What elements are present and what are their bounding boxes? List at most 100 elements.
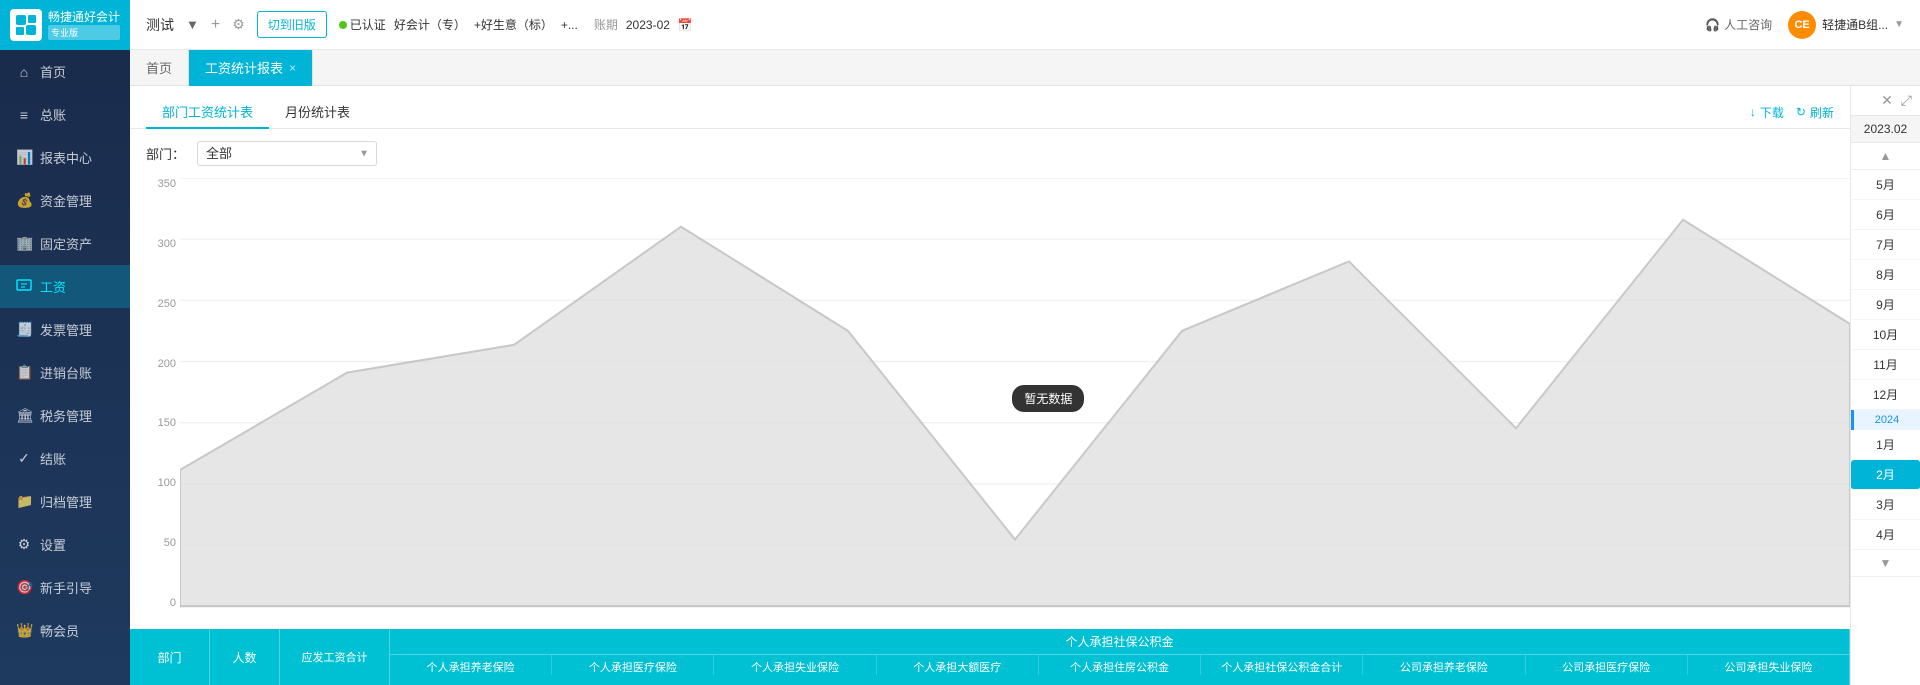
th-personal-major-medical: 个人承担大额医疗 xyxy=(877,655,1039,675)
month-item-7[interactable]: 7月 xyxy=(1851,230,1920,260)
sidebar-item-funds[interactable]: 💰 资金管理 xyxy=(0,179,130,222)
month-item-5[interactable]: 5月 xyxy=(1851,170,1920,200)
tab-salary-report[interactable]: 工资统计报表 × xyxy=(189,50,313,86)
calendar-icon[interactable]: 📅 xyxy=(678,18,693,32)
sidebar-label-archive: 归档管理 xyxy=(40,492,92,511)
month-item-2024-4[interactable]: 4月 xyxy=(1851,520,1920,550)
panel-expand-btn[interactable]: ⤢ xyxy=(1901,92,1912,109)
y-label-250: 250 xyxy=(146,298,176,310)
verified-dot xyxy=(339,21,347,29)
sidebar-item-home[interactable]: ⌂ 首页 xyxy=(0,50,130,93)
sidebar-nav: ⌂ 首页 ≡ 总账 📊 报表中心 💰 资金管理 🏢 固定资产 xyxy=(0,50,130,685)
y-label-300: 300 xyxy=(146,238,176,250)
download-label: 下载 xyxy=(1760,104,1784,121)
month-item-6[interactable]: 6月 xyxy=(1851,200,1920,230)
sidebar-label-salary: 工资 xyxy=(40,277,66,296)
company-dropdown[interactable]: ▼ xyxy=(186,17,199,32)
chart-svg xyxy=(180,178,1850,609)
sidebar-label-sales: 进销台账 xyxy=(40,363,92,382)
sidebar-label-tax: 税务管理 xyxy=(40,406,92,425)
th-total-salary-label: 应发工资合计 xyxy=(302,649,368,665)
refresh-btn[interactable]: ↻ 刷新 xyxy=(1796,104,1834,121)
th-company-unemployment: 公司承担失业保险 xyxy=(1688,655,1849,675)
month-item-11[interactable]: 11月 xyxy=(1851,350,1920,380)
th-personal-medical: 个人承担医疗保险 xyxy=(552,655,714,675)
home-tab-label: 首页 xyxy=(146,58,172,77)
app-edition: 专业版 xyxy=(48,25,120,40)
sidebar-item-reports[interactable]: 📊 报表中心 xyxy=(0,136,130,179)
subtab-department[interactable]: 部门工资统计表 xyxy=(146,96,269,129)
panel-nav-bottom: ▼ xyxy=(1851,550,1920,577)
sales-icon: 📋 xyxy=(16,364,32,381)
active-tab-label: 工资统计报表 xyxy=(205,58,283,77)
switch-old-btn[interactable]: 切到旧版 xyxy=(257,11,327,38)
month-item-10[interactable]: 10月 xyxy=(1851,320,1920,350)
app-name: 畅捷通好会计 xyxy=(48,10,120,26)
month-item-2024-3[interactable]: 3月 xyxy=(1851,490,1920,520)
sidebar-item-guide[interactable]: 🎯 新手引导 xyxy=(0,566,130,609)
sidebar-label-funds: 资金管理 xyxy=(40,191,92,210)
th-personal-total-label: 个人承担社保公积金合计 xyxy=(1221,662,1342,674)
panel-down-btn[interactable]: ▼ xyxy=(1874,554,1898,572)
tab-close-btn[interactable]: × xyxy=(289,61,296,75)
sidebar-item-ledger[interactable]: ≡ 总账 xyxy=(0,93,130,136)
month-item-2024-1[interactable]: 1月 xyxy=(1851,430,1920,460)
panel-close-btn[interactable]: ✕ xyxy=(1881,92,1893,109)
th-dept-label: 部门 xyxy=(157,649,181,666)
add-icon[interactable]: + xyxy=(211,16,220,34)
sidebar-item-archive[interactable]: 📁 归档管理 xyxy=(0,480,130,523)
business-status: +好生意（标） xyxy=(474,16,553,33)
user-name: 轻捷通B组... xyxy=(1822,16,1888,33)
y-label-200: 200 xyxy=(146,358,176,370)
gear-icon[interactable]: ⚙ xyxy=(232,16,245,33)
user-menu[interactable]: CE 轻捷通B组... ▼ xyxy=(1788,11,1904,39)
th-major-medical-label: 个人承担大额医疗 xyxy=(913,662,1001,674)
month-item-2024-2[interactable]: 2月 xyxy=(1851,460,1920,490)
department-select[interactable]: 全部 财务部 技术部 销售部 行政部 xyxy=(197,141,377,166)
archive-icon: 📁 xyxy=(16,493,32,510)
sidebar-item-member[interactable]: 👑 畅会员 xyxy=(0,609,130,652)
verified-status: 已认证 xyxy=(339,16,386,33)
service-label: 人工咨询 xyxy=(1724,16,1772,33)
th-pension-label: 个人承担养老保险 xyxy=(427,662,515,674)
y-label-50: 50 xyxy=(146,537,176,549)
subtab-monthly[interactable]: 月份统计表 xyxy=(269,96,366,129)
month-item-12[interactable]: 12月 xyxy=(1851,380,1920,410)
th-personal-group: 个人承担社保公积金 个人承担养老保险 个人承担医疗保险 个人承担失业保险 个人承… xyxy=(390,629,1850,685)
chart-svg-container: 暂无数据 xyxy=(180,178,1850,609)
sidebar-item-settlement[interactable]: ✓ 结账 xyxy=(0,437,130,480)
sidebar-item-invoice[interactable]: 🧾 发票管理 xyxy=(0,308,130,351)
th-total-salary: 应发工资合计 xyxy=(280,629,390,685)
sidebar-item-tax[interactable]: 🏛 税务管理 xyxy=(0,394,130,437)
assets-icon: 🏢 xyxy=(16,235,32,252)
sidebar-item-assets[interactable]: 🏢 固定资产 xyxy=(0,222,130,265)
y-label-350: 350 xyxy=(146,178,176,190)
sidebar-item-settings[interactable]: ⚙ 设置 xyxy=(0,523,130,566)
department-filter-label: 部门： xyxy=(146,144,185,163)
month-item-9[interactable]: 9月 xyxy=(1851,290,1920,320)
panel-up-btn[interactable]: ▲ xyxy=(1874,147,1898,165)
funds-icon: 💰 xyxy=(16,192,32,209)
good-accounting-status: 好会计（专） xyxy=(394,16,466,33)
chart-area: 350 300 250 200 150 100 50 0 xyxy=(130,178,1850,629)
company-name: 测试 xyxy=(146,15,174,35)
filter-bar: 部门： 全部 财务部 技术部 销售部 行政部 ▼ xyxy=(130,129,1850,178)
chart-area-fill xyxy=(180,220,1850,607)
content-area: 部门工资统计表 月份统计表 ↓ 下载 ↻ 刷新 部门： xyxy=(130,86,1920,685)
th-count: 人数 xyxy=(210,629,280,685)
main-content: 测试 ▼ + ⚙ 切到旧版 已认证 好会计（专） +好生意（标） +... 账期… xyxy=(130,0,1920,685)
ledger-icon: ≡ xyxy=(16,107,32,123)
download-btn[interactable]: ↓ 下载 xyxy=(1750,104,1784,121)
settings-icon: ⚙ xyxy=(16,536,32,553)
sidebar-item-sales[interactable]: 📋 进销台账 xyxy=(0,351,130,394)
sidebar-label-invoice: 发票管理 xyxy=(40,320,92,339)
service-btn[interactable]: 🎧 人工咨询 xyxy=(1705,16,1772,33)
period-value: 2023-02 xyxy=(626,18,670,32)
th-department: 部门 xyxy=(130,629,210,685)
th-company-pension: 公司承担养老保险 xyxy=(1363,655,1525,675)
salary-icon xyxy=(16,277,32,296)
th-company-medical: 公司承担医疗保险 xyxy=(1526,655,1688,675)
tab-home[interactable]: 首页 xyxy=(130,50,189,86)
month-item-8[interactable]: 8月 xyxy=(1851,260,1920,290)
sidebar-item-salary[interactable]: 工资 xyxy=(0,265,130,308)
